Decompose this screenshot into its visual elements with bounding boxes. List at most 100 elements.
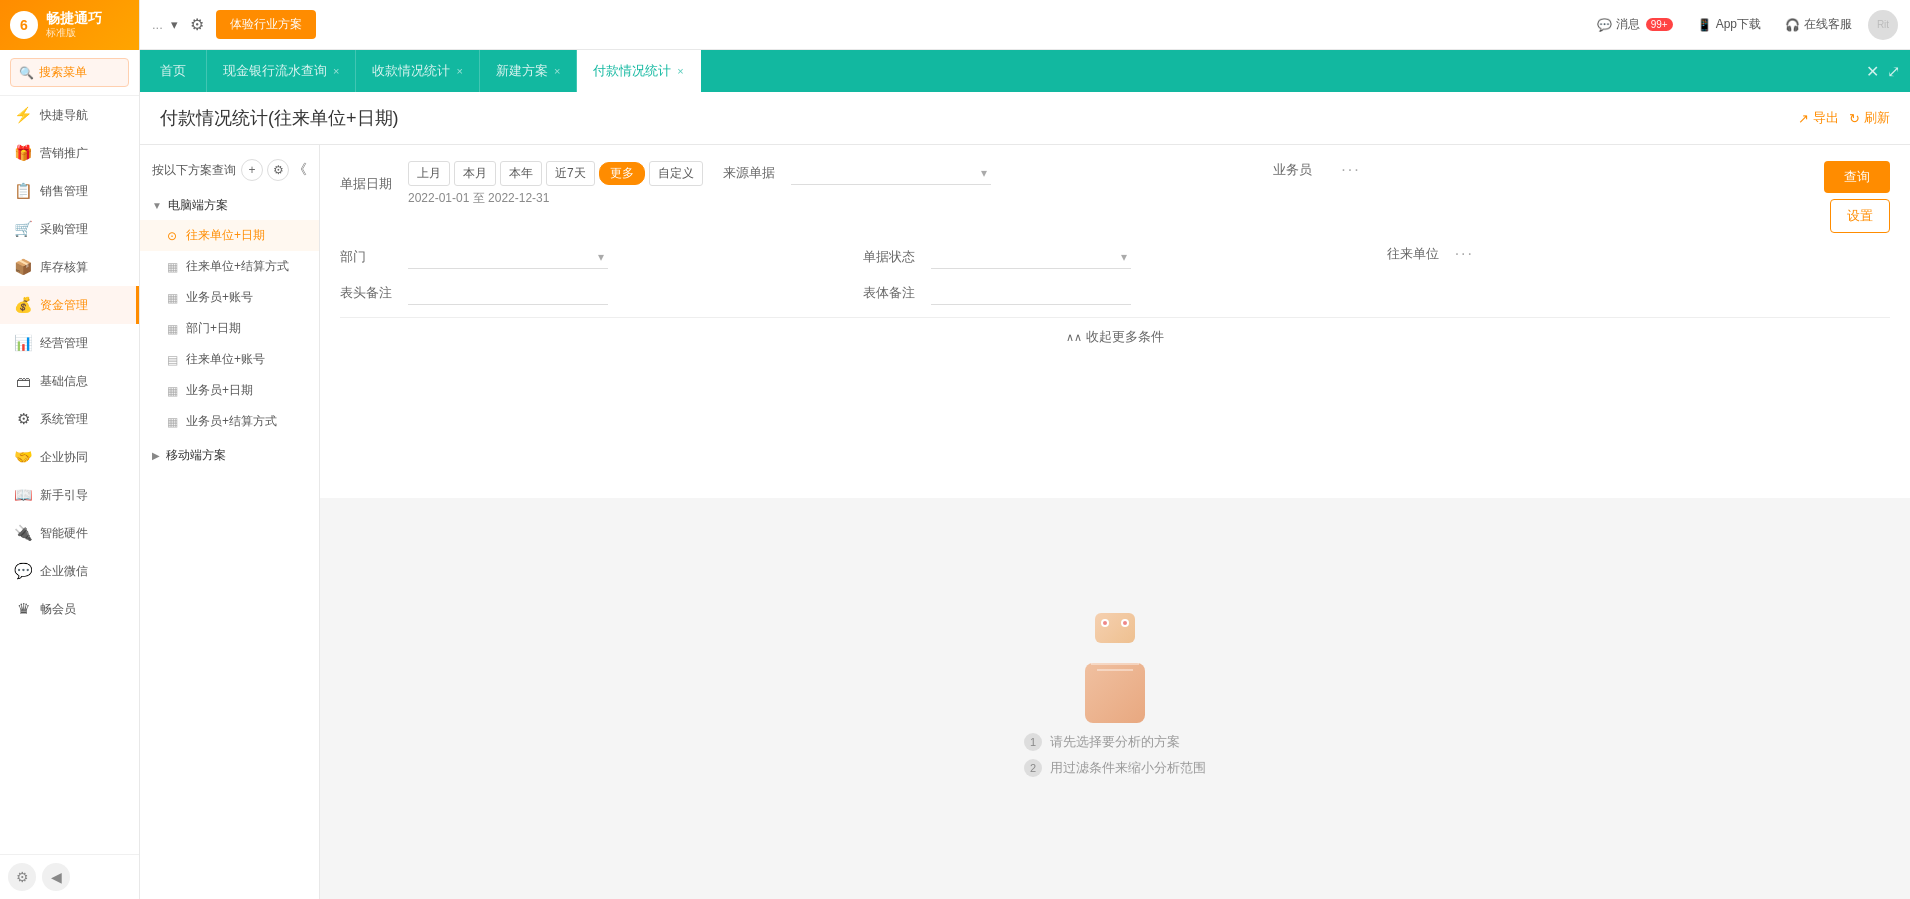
dept-select-wrap [408,245,608,269]
scheme-item-dept-date[interactable]: ▦ 部门+日期 [140,313,319,344]
enterprise-icon: 🤝 [14,448,32,466]
scheme-table-icon-2: ▦ [164,291,180,305]
tab-close-all-button[interactable]: ✕ [1866,62,1879,81]
purchase-icon: 🛒 [14,220,32,238]
scheme-item-partner-account[interactable]: ▤ 往来单位+账号 [140,344,319,375]
sidebar-item-capital[interactable]: 💰 资金管理 [0,286,139,324]
partner-picker[interactable]: ··· [1455,245,1474,263]
doc-status-select[interactable] [931,245,1131,269]
scheme-table-icon-4: ▦ [164,384,180,398]
scheme-add-button[interactable]: + [241,159,263,181]
topbar-dropdown-button[interactable]: ▾ [171,17,178,32]
tab-receipt[interactable]: 收款情况统计 × [356,50,479,92]
salesman-label: 业务员 [1273,161,1333,179]
tab-payment[interactable]: 付款情况统计 × [577,50,700,92]
sidebar-item-sales[interactable]: 📋 销售管理 [0,172,139,210]
date-range-text: 2022-01-01 至 2022-12-31 [408,190,703,207]
scheme-table-icon-3: ▦ [164,322,180,336]
date-this-year-btn[interactable]: 本年 [500,161,542,186]
refresh-button[interactable]: ↻ 刷新 [1849,109,1890,127]
sidebar-item-member[interactable]: ♛ 畅会员 [0,590,139,628]
sidebar-logo: 6 畅捷通巧 标准版 [0,0,139,50]
scheme-item-salesman-account[interactable]: ▦ 业务员+账号 [140,282,319,313]
scheme-group-mobile-title[interactable]: ▶ 移动端方案 [140,441,319,470]
filter-settings-button[interactable]: 设置 [1830,199,1890,233]
logo-text: 畅捷通巧 标准版 [46,10,102,41]
tab-home[interactable]: 首页 [140,50,207,92]
sidebar-item-inventory[interactable]: 📦 库存核算 [0,248,139,286]
tab-new-scheme[interactable]: 新建方案 × [480,50,577,92]
salesman-picker[interactable]: ··· [1341,161,1360,179]
scheme-bar-icon: ▤ [164,353,180,367]
body-note-input[interactable] [931,281,1131,305]
filter-actions: 查询 设置 [1824,161,1890,233]
message-action[interactable]: 💬 消息 99+ [1589,16,1681,33]
sidebar-item-hardware[interactable]: 🔌 智能硬件 [0,514,139,552]
app-download-action[interactable]: 📱 App下载 [1689,16,1769,33]
tab-payment-close[interactable]: × [677,65,683,77]
page-title: 付款情况统计(往来单位+日期) [160,106,399,130]
tab-new-scheme-close[interactable]: × [554,65,560,77]
empty-hint-1: 1 请先选择要分析的方案 [1024,733,1206,751]
date-last-month-btn[interactable]: 上月 [408,161,450,186]
sidebar-item-quick-nav[interactable]: ⚡ 快捷导航 [0,96,139,134]
search-icon: 🔍 [19,66,34,80]
scheme-settings-button[interactable]: ⚙ [267,159,289,181]
filter-group-doc-status: 单据状态 [863,245,1366,269]
sidebar-item-operation[interactable]: 📊 经营管理 [0,324,139,362]
sidebar-item-basic[interactable]: 🗃 基础信息 [0,362,139,400]
tab-bank[interactable]: 现金银行流水查询 × [207,50,356,92]
sidebar-item-marketing[interactable]: 🎁 营销推广 [0,134,139,172]
query-button[interactable]: 查询 [1824,161,1890,193]
sidebar: 6 畅捷通巧 标准版 🔍 搜索菜单 ⚡ 快捷导航 🎁 营销推广 📋 销售管理 🛒… [0,0,140,899]
filter-group-body-note: 表体备注 [863,281,1366,305]
dept-select[interactable] [408,245,608,269]
scheme-item-partner-payment[interactable]: ▦ 往来单位+结算方式 [140,251,319,282]
tab-bank-close[interactable]: × [333,65,339,77]
topbar-gear-icon[interactable]: ⚙ [186,11,208,38]
operation-icon: 📊 [14,334,32,352]
sidebar-item-guide[interactable]: 📖 新手引导 [0,476,139,514]
scheme-item-salesman-payment[interactable]: ▦ 业务员+结算方式 [140,406,319,437]
inventory-icon: 📦 [14,258,32,276]
tab-receipt-close[interactable]: × [456,65,462,77]
wechat-icon: 💬 [14,562,32,580]
sidebar-item-enterprise[interactable]: 🤝 企业协同 [0,438,139,476]
right-panel: 单据日期 上月 本月 本年 近7天 更多 自定义 20 [320,145,1910,899]
date-7days-btn[interactable]: 近7天 [546,161,595,186]
topbar-brand-text: ... [152,17,163,32]
user-avatar[interactable]: Rit [1868,10,1898,40]
scheme-item-partner-date[interactable]: ⊙ 往来单位+日期 [140,220,319,251]
sidebar-item-system[interactable]: ⚙ 系统管理 [0,400,139,438]
scheme-item-salesman-date[interactable]: ▦ 业务员+日期 [140,375,319,406]
scheme-group-mobile-arrow: ▶ [152,450,160,461]
trial-scheme-button[interactable]: 体验行业方案 [216,10,316,39]
scheme-collapse-button[interactable]: 《 [293,159,307,181]
tab-maximize-button[interactable]: ⤢ [1887,62,1900,81]
date-custom-btn[interactable]: 自定义 [649,161,703,186]
topbar: ... ▾ ⚙ 体验行业方案 💬 消息 99+ 📱 App下载 🎧 在线客服 R… [140,0,1910,50]
tabbar-controls: ✕ ⤢ [1856,62,1910,81]
service-icon: 🎧 [1785,18,1800,32]
sidebar-item-wechat[interactable]: 💬 企业微信 [0,552,139,590]
sidebar-collapse-button[interactable]: ◀ [42,863,70,891]
search-menu-button[interactable]: 🔍 搜索菜单 [10,58,129,87]
filter-group-head-note: 表头备注 [340,281,843,305]
date-this-month-btn[interactable]: 本月 [454,161,496,186]
page-header: 付款情况统计(往来单位+日期) ↗ 导出 ↻ 刷新 [140,92,1910,145]
source-select[interactable] [791,161,991,185]
hardware-icon: 🔌 [14,524,32,542]
doc-status-label: 单据状态 [863,248,923,266]
date-more-btn[interactable]: 更多 [599,162,645,185]
scheme-active-icon: ⊙ [164,229,180,243]
export-button[interactable]: ↗ 导出 [1798,109,1839,127]
sidebar-settings-button[interactable]: ⚙ [8,863,36,891]
sidebar-item-purchase[interactable]: 🛒 采购管理 [0,210,139,248]
online-service-action[interactable]: 🎧 在线客服 [1777,16,1860,33]
scheme-group-desktop-title[interactable]: ▼ 电脑端方案 [140,191,319,220]
filter-group-date: 单据日期 上月 本月 本年 近7天 更多 自定义 20 [340,161,703,207]
collapse-more-bar[interactable]: ∧∧ 收起更多条件 [340,317,1890,356]
collapse-up-icon: ∧∧ [1066,331,1082,344]
head-note-input[interactable] [408,281,608,305]
filter-date-options: 上月 本月 本年 近7天 更多 自定义 [408,161,703,186]
